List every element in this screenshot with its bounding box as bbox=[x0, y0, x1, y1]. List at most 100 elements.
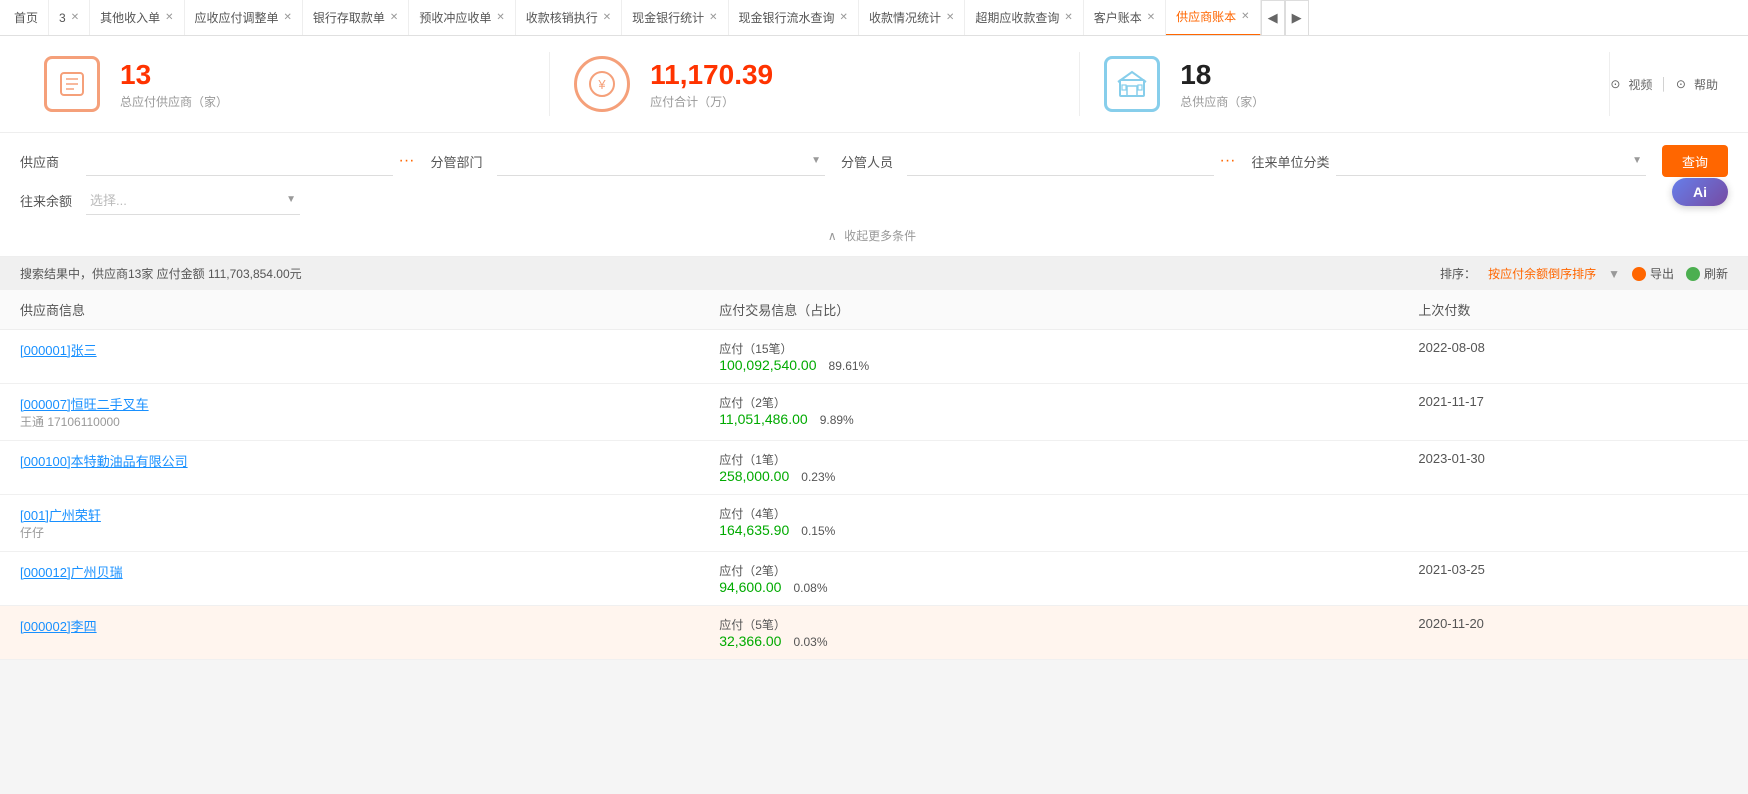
svg-text:¥: ¥ bbox=[597, 77, 606, 92]
amount-row: 258,000.00 0.23% bbox=[719, 468, 1378, 484]
nav-tab-receipt-stats[interactable]: 收款情况统计 ✕ bbox=[859, 0, 965, 36]
export-button[interactable]: 导出 bbox=[1632, 265, 1674, 282]
ap-percent: 0.23% bbox=[801, 470, 835, 484]
ap-total-text: 11,170.39 应付合计（万） bbox=[650, 58, 773, 111]
last-pay-cell: 2020-11-20 bbox=[1398, 606, 1748, 660]
last-pay-cell: 2023-01-30 bbox=[1398, 441, 1748, 495]
close-icon[interactable]: ✕ bbox=[840, 12, 848, 23]
nav-tab-other-income[interactable]: 其他收入单 ✕ bbox=[90, 0, 184, 36]
dept-select[interactable]: ▼ bbox=[497, 146, 826, 176]
amount-row: 164,635.90 0.15% bbox=[719, 522, 1378, 538]
supplier-link[interactable]: [000012]广州贝瑞 bbox=[20, 565, 123, 580]
ap-label: 应付（4笔） bbox=[719, 505, 1378, 522]
supplier-link[interactable]: [000100]本特勤油品有限公司 bbox=[20, 454, 188, 469]
close-icon[interactable]: ✕ bbox=[603, 12, 611, 23]
close-icon[interactable]: ✕ bbox=[1147, 12, 1155, 23]
supplier-sub-info: 王通 17106110000 bbox=[20, 413, 679, 430]
nav-prev-arrow[interactable]: ◀ bbox=[1261, 0, 1285, 36]
ap-amount: 164,635.90 bbox=[719, 522, 789, 538]
export-icon bbox=[1632, 267, 1646, 281]
ai-badge[interactable]: Ai bbox=[1672, 178, 1728, 206]
nav-tab-overdue[interactable]: 超期应收款查询 ✕ bbox=[965, 0, 1083, 36]
amount-row: 32,366.000.03% bbox=[719, 633, 1378, 649]
close-icon[interactable]: ✕ bbox=[1064, 12, 1072, 23]
ap-label: 应付（15笔） bbox=[719, 340, 1378, 357]
ap-amount: 11,051,486.00 bbox=[719, 411, 808, 427]
last-pay-cell: 2022-08-08 bbox=[1398, 330, 1748, 384]
close-icon[interactable]: ✕ bbox=[709, 12, 717, 23]
close-icon[interactable]: ✕ bbox=[71, 12, 79, 23]
last-pay-cell: 2021-11-17 bbox=[1398, 384, 1748, 441]
top-links: ⊙ 视频 │ ⊙ 帮助 bbox=[1610, 76, 1728, 93]
col-supplier-info: 供应商信息 bbox=[0, 290, 699, 330]
close-icon[interactable]: ✕ bbox=[390, 12, 398, 23]
ap-percent: 0.15% bbox=[801, 524, 835, 538]
help-link[interactable]: 帮助 bbox=[1694, 76, 1718, 93]
table-row: [000012]广州贝瑞 应付（2笔）94,600.000.08%2021-03-… bbox=[0, 552, 1748, 606]
balance-chevron-down-icon: ▼ bbox=[286, 194, 296, 205]
close-icon[interactable]: ✕ bbox=[1241, 11, 1249, 22]
nav-tab-3[interactable]: 3 ✕ bbox=[49, 0, 90, 36]
filter-row-2: 往来余额 选择... ▼ bbox=[20, 185, 1728, 215]
nav-tab-cash-bank-stats[interactable]: 现金银行统计 ✕ bbox=[622, 0, 728, 36]
ap-info-cell: 应付（15笔）100,092,540.0089.61% bbox=[699, 330, 1398, 384]
store-icon-shape bbox=[1104, 56, 1160, 112]
supplier-link[interactable]: [000001]张三 bbox=[20, 343, 97, 358]
table-row: [000007]恒旺二手叉车王通 17106110000应付（2笔）11,051… bbox=[0, 384, 1748, 441]
nav-tab-supplier-ledger[interactable]: 供应商账本 ✕ bbox=[1166, 0, 1260, 36]
video-link[interactable]: 视频 bbox=[1628, 76, 1652, 93]
nav-tab-bank-deposit[interactable]: 银行存取款单 ✕ bbox=[303, 0, 409, 36]
results-bar: 搜索结果中，供应商13家 应付金额 111,703,854.00元 排序： 按应… bbox=[0, 257, 1748, 290]
nav-tab-prepay[interactable]: 预收冲应收单 ✕ bbox=[409, 0, 515, 36]
supplier-sub-info: 仔仔 bbox=[20, 524, 679, 541]
summary-bar: 13 总应付供应商（家） ¥ 11,170.39 应付合计（万） bbox=[0, 36, 1748, 133]
top-navigation: 首页 3 ✕ 其他收入单 ✕ 应收应付调整单 ✕ 银行存取款单 ✕ 预收冲应收单… bbox=[0, 0, 1748, 36]
refresh-button[interactable]: 刷新 bbox=[1686, 265, 1728, 282]
query-button[interactable]: 查询 bbox=[1662, 145, 1728, 177]
collapse-btn[interactable]: ∧ 收起更多条件 bbox=[20, 223, 1728, 248]
table-wrapper: 供应商信息 应付交易信息（占比） 上次付数 [000001]张三应付（15笔）1… bbox=[0, 290, 1748, 660]
ap-amount: 258,000.00 bbox=[719, 468, 789, 484]
nav-tab-receipt[interactable]: 收款核销执行 ✕ bbox=[516, 0, 622, 36]
sort-value[interactable]: 按应付余额倒序排序 bbox=[1488, 265, 1596, 282]
nav-next-arrow[interactable]: ▶ bbox=[1285, 0, 1309, 36]
last-pay-cell: 2021-03-25 bbox=[1398, 552, 1748, 606]
amount-row: 100,092,540.0089.61% bbox=[719, 357, 1378, 373]
ap-supplier-icon bbox=[40, 52, 104, 116]
supplier-cell: [000012]广州贝瑞 bbox=[0, 552, 699, 606]
ap-info-cell: 应付（2笔）94,600.000.08% bbox=[699, 552, 1398, 606]
nav-tab-customer-ledger[interactable]: 客户账本 ✕ bbox=[1084, 0, 1166, 36]
supplier-more-icon[interactable]: ··· bbox=[399, 152, 415, 170]
unit-class-filter: 往来单位分类 ▼ bbox=[1252, 146, 1647, 176]
close-icon[interactable]: ✕ bbox=[284, 12, 292, 23]
ap-total-label: 应付合计（万） bbox=[650, 93, 773, 110]
total-supplier-label: 总供应商（家） bbox=[1180, 93, 1264, 110]
unit-class-select[interactable]: ▼ bbox=[1336, 146, 1646, 176]
supplier-link[interactable]: [000002]李四 bbox=[20, 619, 97, 634]
close-icon[interactable]: ✕ bbox=[165, 12, 173, 23]
dept-label: 分管部门 bbox=[431, 152, 491, 171]
balance-filter: 往来余额 选择... ▼ bbox=[20, 185, 300, 215]
person-more-icon[interactable]: ··· bbox=[1220, 152, 1236, 170]
balance-select[interactable]: 选择... ▼ bbox=[86, 185, 300, 215]
supplier-link[interactable]: [000007]恒旺二手叉车 bbox=[20, 397, 149, 412]
supplier-link[interactable]: [001]广州荣轩 bbox=[20, 508, 101, 523]
close-icon[interactable]: ✕ bbox=[496, 12, 504, 23]
nav-tab-adjustment[interactable]: 应收应付调整单 ✕ bbox=[185, 0, 303, 36]
total-supplier-count: 18 bbox=[1180, 58, 1264, 92]
nav-tab-home[interactable]: 首页 bbox=[4, 0, 49, 36]
filter-area: 供应商 ··· 分管部门 ▼ 分管人员 ··· 往来单位分类 ▼ 查询 往来 bbox=[0, 133, 1748, 257]
summary-ap-total: ¥ 11,170.39 应付合计（万） bbox=[550, 52, 1080, 116]
nav-tab-cash-bank-flow[interactable]: 现金银行流水查询 ✕ bbox=[729, 0, 859, 36]
person-input[interactable] bbox=[907, 146, 1214, 176]
table-header: 供应商信息 应付交易信息（占比） 上次付数 bbox=[0, 290, 1748, 330]
supplier-input[interactable] bbox=[86, 146, 393, 176]
col-ap-info: 应付交易信息（占比） bbox=[699, 290, 1398, 330]
last-pay-cell bbox=[1398, 495, 1748, 552]
table-row: [000100]本特勤油品有限公司应付（1笔）258,000.000.23%20… bbox=[0, 441, 1748, 495]
close-icon[interactable]: ✕ bbox=[946, 12, 954, 23]
ap-percent: 0.03% bbox=[793, 635, 827, 649]
summary-total-suppliers: 18 总供应商（家） bbox=[1080, 52, 1610, 116]
ap-percent: 9.89% bbox=[820, 413, 854, 427]
refresh-icon bbox=[1686, 267, 1700, 281]
